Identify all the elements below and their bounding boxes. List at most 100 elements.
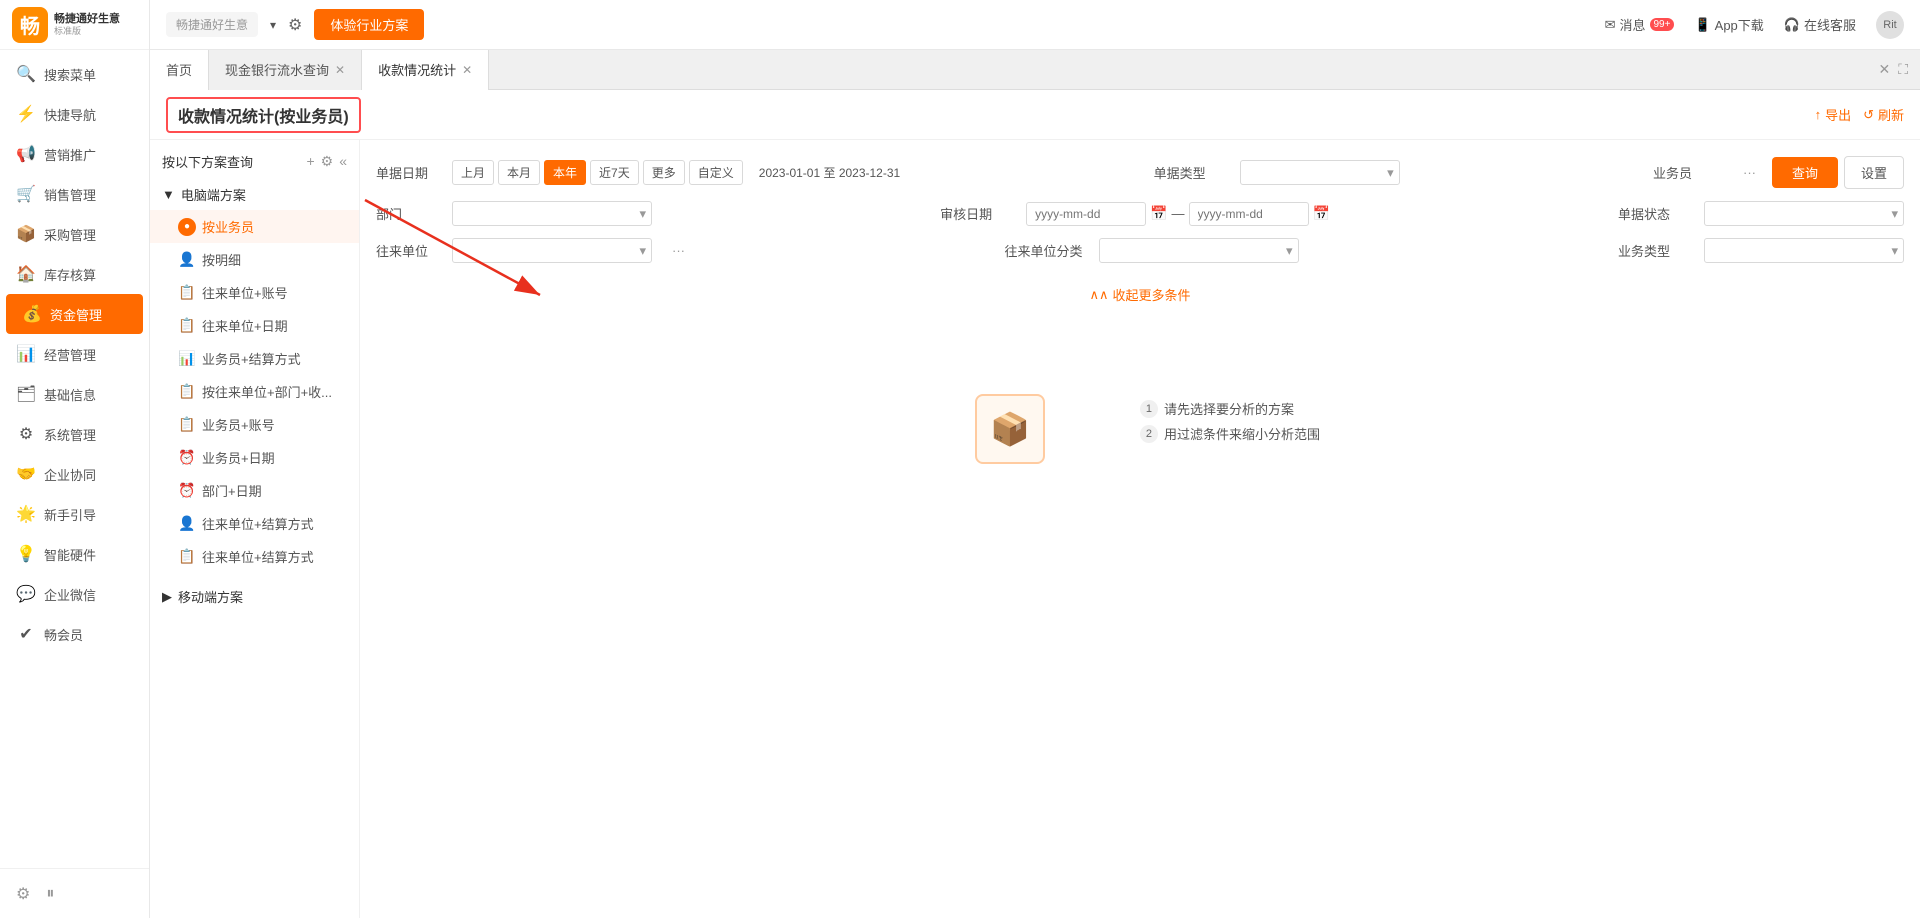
review-date-end[interactable]: [1189, 202, 1309, 226]
tab-collection-stat-close[interactable]: ✕: [462, 63, 472, 77]
tree-item-salesperson-account[interactable]: 📋 业务员+账号: [150, 408, 359, 441]
doc-type-select[interactable]: [1240, 160, 1400, 185]
filter-area: 单据日期 上月 本月 本年 近7天 更多 自定义 2023-01-01 至 20…: [376, 156, 1904, 314]
export-button[interactable]: ↑ 导出: [1815, 105, 1852, 124]
counterpart-category-select[interactable]: [1099, 238, 1299, 263]
logo-icon: 畅: [12, 7, 48, 43]
tree-item-salesperson-settle[interactable]: 📊 业务员+结算方式: [150, 342, 359, 375]
doc-icon-1: 📋: [178, 284, 196, 301]
sidebar-nav: 🔍 搜索菜单 ⚡ 快捷导航 📢 营销推广 🛒 销售管理 📦 采购管理 🏠 库存核…: [0, 50, 149, 868]
tab-home[interactable]: 首页: [150, 50, 209, 90]
review-date-start[interactable]: [1026, 202, 1146, 226]
sidebar-item-finance[interactable]: 💰 资金管理: [6, 294, 143, 334]
sidebar-item-search[interactable]: 🔍 搜索菜单: [0, 54, 149, 94]
date-btn-last-7days[interactable]: 近7天: [590, 160, 639, 185]
tree-item-by-detail[interactable]: 👤 按明细: [150, 243, 359, 276]
trial-button[interactable]: 体验行业方案: [314, 9, 424, 40]
counterpart-label: 往来单位: [376, 241, 436, 260]
date-range-display: 2023-01-01 至 2023-12-31: [759, 164, 900, 181]
sidebar-item-wechat[interactable]: 💬 企业微信: [0, 574, 149, 614]
tabbar: 首页 现金银行流水查询 ✕ 收款情况统计 ✕ ✕ ⛶: [150, 50, 1920, 90]
sidebar-item-sales[interactable]: 🛒 销售管理: [0, 174, 149, 214]
enterprise-icon: 🤝: [16, 464, 36, 484]
sidebar-item-operation[interactable]: 📊 经营管理: [0, 334, 149, 374]
tree-item-counterpart-dept[interactable]: 📋 按往来单位+部门+收...: [150, 375, 359, 408]
page-header: 收款情况统计(按业务员) ↑ 导出 ↺ 刷新: [150, 90, 1920, 140]
chart-icon: 📊: [178, 350, 196, 367]
date-btn-this-year[interactable]: 本年: [544, 160, 586, 185]
tree-expand-icon: ▶: [162, 589, 172, 605]
message-icon: ✉: [1605, 17, 1616, 33]
panel-settings-icon[interactable]: ⚙: [321, 153, 334, 170]
refresh-button[interactable]: ↺ 刷新: [1863, 105, 1904, 124]
hardware-icon: 💡: [16, 544, 36, 564]
sidebar: 畅 畅捷通好生意 标准版 🔍 搜索菜单 ⚡ 快捷导航 📢 营销推广 🛒 销售管理…: [0, 0, 150, 918]
bottom-settings-icon[interactable]: ⚙: [16, 884, 30, 904]
content-layout: 按以下方案查询 + ⚙ « ▼ 电脑端方案 ● 按业务员: [150, 140, 1920, 918]
search-button[interactable]: 查询: [1772, 157, 1838, 188]
topbar-dropdown-icon[interactable]: ▾: [270, 18, 276, 32]
tree-collapse-icon: ▼: [162, 187, 175, 202]
sidebar-item-inventory[interactable]: 🏠 库存核算: [0, 254, 149, 294]
sidebar-item-enterprise[interactable]: 🤝 企业协同: [0, 454, 149, 494]
biz-type-select[interactable]: [1704, 238, 1904, 263]
desktop-section: ▼ 电脑端方案 ● 按业务员 👤 按明细 📋 往来单位+账号: [150, 179, 359, 581]
member-icon: ✔: [16, 624, 36, 644]
tree-item-counterpart-account[interactable]: 📋 往来单位+账号: [150, 276, 359, 309]
tree-item-counterpart-settle2[interactable]: 📋 往来单位+结算方式: [150, 540, 359, 573]
doc-icon-4: 📋: [178, 416, 196, 433]
sidebar-item-system[interactable]: ⚙ 系统管理: [0, 414, 149, 454]
sidebar-item-basic[interactable]: 🗂 基础信息: [0, 374, 149, 414]
right-panel: 单据日期 上月 本月 本年 近7天 更多 自定义 2023-01-01 至 20…: [360, 140, 1920, 918]
bottom-collapse-icon[interactable]: ⏸: [46, 885, 54, 903]
sidebar-item-guide[interactable]: 🌟 新手引导: [0, 494, 149, 534]
filter-row-3: 往来单位 ··· 往来单位分类 业务类型: [376, 238, 1904, 263]
clock-icon-1: ⏰: [178, 449, 196, 466]
marketing-icon: 📢: [16, 144, 36, 164]
review-date-inputs: 📅 — 📅: [1026, 202, 1330, 226]
sidebar-item-purchase[interactable]: 📦 采购管理: [0, 214, 149, 254]
tab-collection-stat[interactable]: 收款情况统计 ✕: [362, 50, 489, 90]
tab-bank-flow[interactable]: 现金银行流水查询 ✕: [209, 50, 362, 90]
doc-status-select-wrap: [1704, 201, 1904, 226]
message-button[interactable]: ✉ 消息 99+: [1605, 15, 1675, 34]
tree-item-dept-date[interactable]: ⏰ 部门+日期: [150, 474, 359, 507]
doc-status-select[interactable]: [1704, 201, 1904, 226]
tree-item-counterpart-date[interactable]: 📋 往来单位+日期: [150, 309, 359, 342]
page-header-actions: ↑ 导出 ↺ 刷新: [1815, 105, 1904, 124]
dept-select[interactable]: [452, 201, 652, 226]
tab-bank-flow-close[interactable]: ✕: [335, 63, 345, 77]
service-icon: 🎧: [1784, 17, 1800, 33]
review-date-label: 审核日期: [940, 204, 1010, 223]
panel-collapse-icon[interactable]: «: [339, 153, 347, 170]
online-service-button[interactable]: 🎧 在线客服: [1784, 15, 1856, 34]
operation-icon: 📊: [16, 344, 36, 364]
topbar-gear-icon[interactable]: ⚙: [288, 15, 302, 35]
biz-type-select-wrap: [1704, 238, 1904, 263]
panel-add-icon[interactable]: +: [306, 153, 314, 170]
tab-close-all-icon[interactable]: ✕: [1878, 61, 1890, 78]
date-btn-this-month[interactable]: 本月: [498, 160, 540, 185]
basic-icon: 🗂: [16, 384, 36, 404]
tree-item-counterpart-settle1[interactable]: 👤 往来单位+结算方式: [150, 507, 359, 540]
date-btn-last-month[interactable]: 上月: [452, 160, 494, 185]
sidebar-item-hardware[interactable]: 💡 智能硬件: [0, 534, 149, 574]
user-avatar[interactable]: Rit: [1876, 11, 1904, 39]
tree-item-by-salesperson[interactable]: ● 按业务员: [150, 210, 359, 243]
sidebar-item-quick-nav[interactable]: ⚡ 快捷导航: [0, 94, 149, 134]
desktop-section-header[interactable]: ▼ 电脑端方案: [150, 179, 359, 210]
collapse-bar[interactable]: ∧∧ 收起更多条件: [376, 275, 1904, 314]
date-btn-custom[interactable]: 自定义: [689, 160, 743, 185]
counterpart-select[interactable]: [452, 238, 652, 263]
tab-expand-icon[interactable]: ⛶: [1898, 61, 1908, 78]
page-title: 收款情况统计(按业务员): [166, 97, 361, 133]
date-btn-more[interactable]: 更多: [643, 160, 685, 185]
app-download-button[interactable]: 📱 App下载: [1694, 15, 1763, 34]
settings-button[interactable]: 设置: [1844, 156, 1904, 189]
sidebar-item-marketing[interactable]: 📢 营销推广: [0, 134, 149, 174]
panel-header-icons: + ⚙ «: [306, 153, 347, 170]
mobile-section-header[interactable]: ▶ 移动端方案: [150, 581, 359, 612]
doc-type-label: 单据类型: [1154, 163, 1224, 182]
sidebar-item-member[interactable]: ✔ 畅会员: [0, 614, 149, 654]
tree-item-salesperson-date[interactable]: ⏰ 业务员+日期: [150, 441, 359, 474]
